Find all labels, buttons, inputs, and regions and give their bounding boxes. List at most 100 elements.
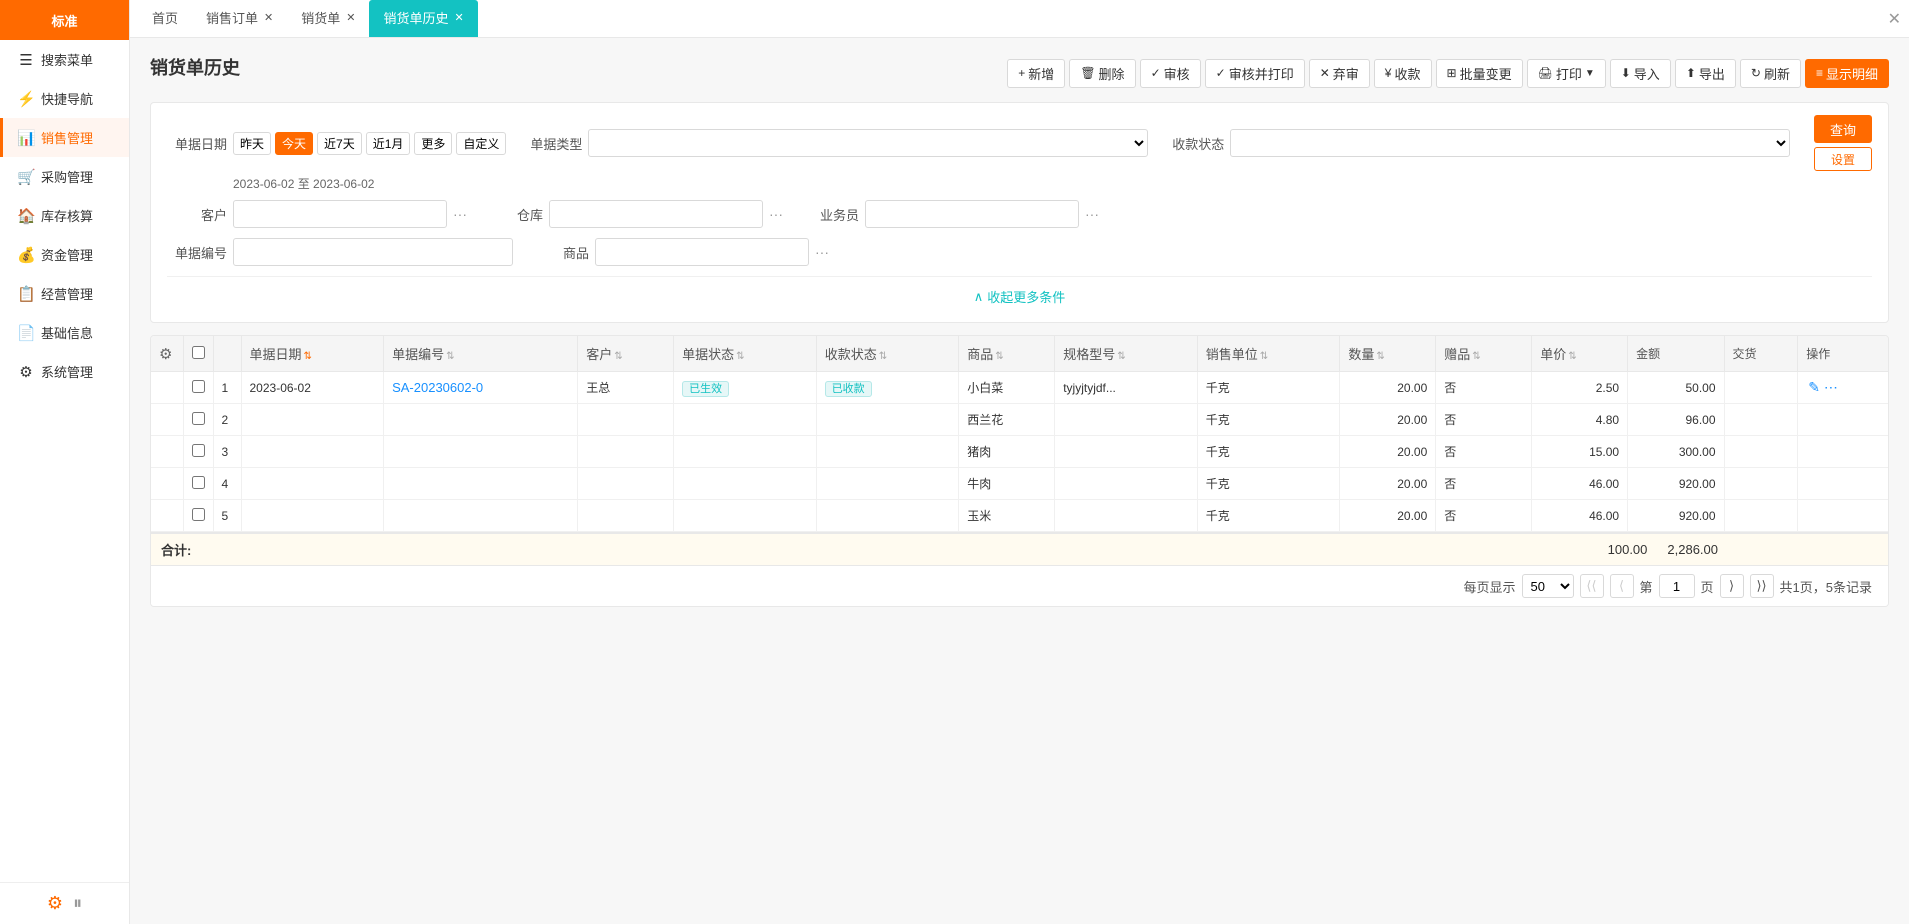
delete-button[interactable]: 🗑 删除 xyxy=(1069,59,1135,88)
doc-no-input[interactable] xyxy=(233,238,513,266)
cell-checkbox-3[interactable] xyxy=(183,468,213,500)
customer-dots-icon[interactable]: ··· xyxy=(453,206,467,222)
col-collect-status[interactable]: 收款状态⇅ xyxy=(816,336,959,372)
import-button[interactable]: ⬇ 导入 xyxy=(1610,59,1671,88)
tab-sales-history[interactable]: 销货单历史 ✕ xyxy=(369,0,477,37)
show-detail-button[interactable]: ≡ 显示明细 xyxy=(1805,59,1889,88)
col-qty[interactable]: 数量⇅ xyxy=(1340,336,1436,372)
cell-checkbox-2[interactable] xyxy=(183,436,213,468)
sort-unit-icon[interactable]: ⇅ xyxy=(1260,351,1268,362)
col-product[interactable]: 商品⇅ xyxy=(959,336,1055,372)
more-action-icon-0[interactable]: ⋯ xyxy=(1824,379,1838,395)
date-custom-btn[interactable]: 自定义 xyxy=(456,132,506,155)
sort-qty-icon[interactable]: ⇅ xyxy=(1376,351,1384,362)
col-doc-no[interactable]: 单据编号⇅ xyxy=(384,336,578,372)
row-checkbox-0[interactable] xyxy=(192,380,205,393)
collect-status-select[interactable] xyxy=(1230,129,1790,157)
print-button[interactable]: 🖨 打印 ▼ xyxy=(1527,59,1606,88)
sort-collect-status-icon[interactable]: ⇅ xyxy=(879,351,887,362)
next-page-btn[interactable]: ⟩ xyxy=(1720,574,1744,598)
sort-doc-no-icon[interactable]: ⇅ xyxy=(446,351,454,362)
staff-input[interactable] xyxy=(865,200,1079,228)
cell-doc-no-0[interactable]: SA-20230602-0 xyxy=(384,372,578,404)
col-gift[interactable]: 赠品⇅ xyxy=(1436,336,1532,372)
cell-action-4[interactable] xyxy=(1798,500,1888,532)
warehouse-dots-icon[interactable]: ··· xyxy=(769,206,783,222)
discard-button[interactable]: ✕ 弃审 xyxy=(1309,59,1370,88)
sidebar-item-finance-mgmt[interactable]: 💰 资金管理 xyxy=(0,235,129,274)
cell-action-3[interactable] xyxy=(1798,468,1888,500)
cell-checkbox-0[interactable] xyxy=(183,372,213,404)
doc-no-link-0[interactable]: SA-20230602-0 xyxy=(392,380,483,395)
col-customer[interactable]: 客户⇅ xyxy=(578,336,674,372)
cell-action-1[interactable] xyxy=(1798,404,1888,436)
sidebar-item-inventory[interactable]: 🏠 库存核算 xyxy=(0,196,129,235)
row-checkbox-1[interactable] xyxy=(192,412,205,425)
edit-icon-0[interactable]: ✎ xyxy=(1808,379,1820,395)
sidebar-item-ops-mgmt[interactable]: 📋 经营管理 xyxy=(0,274,129,313)
tab-sales-delivery[interactable]: 销货单 ✕ xyxy=(287,0,369,37)
cell-doc-no-2[interactable] xyxy=(384,436,578,468)
page-input[interactable] xyxy=(1659,574,1695,598)
sidebar-item-search-menu[interactable]: ☰ 搜索菜单 xyxy=(0,40,129,79)
query-button[interactable]: 查询 xyxy=(1814,115,1872,143)
col-price[interactable]: 单价⇅ xyxy=(1532,336,1628,372)
col-unit[interactable]: 销售单位⇅ xyxy=(1197,336,1340,372)
audit-print-button[interactable]: ✓ 审核并打印 xyxy=(1205,59,1305,88)
cell-checkbox-4[interactable] xyxy=(183,500,213,532)
sort-product-icon[interactable]: ⇅ xyxy=(995,351,1003,362)
sort-price-icon[interactable]: ⇅ xyxy=(1568,351,1576,362)
select-all-checkbox[interactable] xyxy=(192,346,205,359)
sort-spec-icon[interactable]: ⇅ xyxy=(1117,351,1125,362)
tab-sales-history-close[interactable]: ✕ xyxy=(455,11,464,24)
date-1month-btn[interactable]: 近1月 xyxy=(366,132,411,155)
staff-dots-icon[interactable]: ··· xyxy=(1085,206,1099,222)
sidebar-collapse-icon[interactable]: ⏸ xyxy=(73,893,82,914)
sidebar-settings-icon[interactable]: ⚙ xyxy=(47,893,63,914)
date-today-btn[interactable]: 今天 xyxy=(275,132,313,155)
sort-doc-date-icon[interactable]: ⇅ xyxy=(304,351,312,362)
sort-doc-status-icon[interactable]: ⇅ xyxy=(736,351,744,362)
sidebar-item-sales-mgmt[interactable]: 📊 销售管理 xyxy=(0,118,129,157)
cell-action-0[interactable]: ✎⋯ xyxy=(1798,372,1888,404)
row-checkbox-3[interactable] xyxy=(192,476,205,489)
collect-button[interactable]: ¥ 收款 xyxy=(1374,59,1432,88)
tab-sales-order-close[interactable]: ✕ xyxy=(264,11,273,24)
cell-checkbox-1[interactable] xyxy=(183,404,213,436)
table-settings-icon[interactable]: ⚙ xyxy=(159,346,172,363)
doc-type-select[interactable] xyxy=(588,129,1148,157)
sidebar-item-quick-nav[interactable]: ⚡ 快捷导航 xyxy=(0,79,129,118)
tab-home[interactable]: 首页 xyxy=(138,0,192,37)
row-checkbox-4[interactable] xyxy=(192,508,205,521)
sidebar-item-sys-mgmt[interactable]: ⚙ 系统管理 xyxy=(0,352,129,391)
batch-change-button[interactable]: ⊞ 批量变更 xyxy=(1436,59,1523,88)
prev-page-btn[interactable]: ⟨ xyxy=(1610,574,1634,598)
cell-doc-no-1[interactable] xyxy=(384,404,578,436)
date-more-btn[interactable]: 更多 xyxy=(414,132,452,155)
cell-doc-no-3[interactable] xyxy=(384,468,578,500)
product-dots-icon[interactable]: ··· xyxy=(815,244,829,260)
export-button[interactable]: ⬆ 导出 xyxy=(1675,59,1736,88)
tabs-bar-close-icon[interactable]: ✕ xyxy=(1888,9,1901,29)
col-gear[interactable]: ⚙ xyxy=(151,336,183,372)
first-page-btn[interactable]: ⟨⟨ xyxy=(1580,574,1604,598)
cell-doc-no-4[interactable] xyxy=(384,500,578,532)
row-checkbox-2[interactable] xyxy=(192,444,205,457)
col-doc-date[interactable]: 单据日期⇅ xyxy=(241,336,384,372)
audit-button[interactable]: ✓ 审核 xyxy=(1140,59,1201,88)
last-page-btn[interactable]: ⟩⟩ xyxy=(1750,574,1774,598)
col-doc-status[interactable]: 单据状态⇅ xyxy=(674,336,817,372)
collapse-filter-btn[interactable]: ∧ 收起更多条件 xyxy=(962,283,1078,310)
warehouse-input[interactable] xyxy=(549,200,763,228)
customer-input[interactable] xyxy=(233,200,447,228)
col-spec[interactable]: 规格型号⇅ xyxy=(1055,336,1198,372)
tab-sales-order[interactable]: 销售订单 ✕ xyxy=(192,0,287,37)
sidebar-item-purchase-mgmt[interactable]: 🛒 采购管理 xyxy=(0,157,129,196)
sidebar-item-basic-info[interactable]: 📄 基础信息 xyxy=(0,313,129,352)
per-page-select[interactable]: 50 100 200 xyxy=(1522,574,1574,598)
new-button[interactable]: + 新增 xyxy=(1007,59,1065,88)
cell-action-2[interactable] xyxy=(1798,436,1888,468)
refresh-button[interactable]: ↻ 刷新 xyxy=(1740,59,1801,88)
tab-sales-delivery-close[interactable]: ✕ xyxy=(346,11,355,24)
sort-customer-icon[interactable]: ⇅ xyxy=(614,351,622,362)
